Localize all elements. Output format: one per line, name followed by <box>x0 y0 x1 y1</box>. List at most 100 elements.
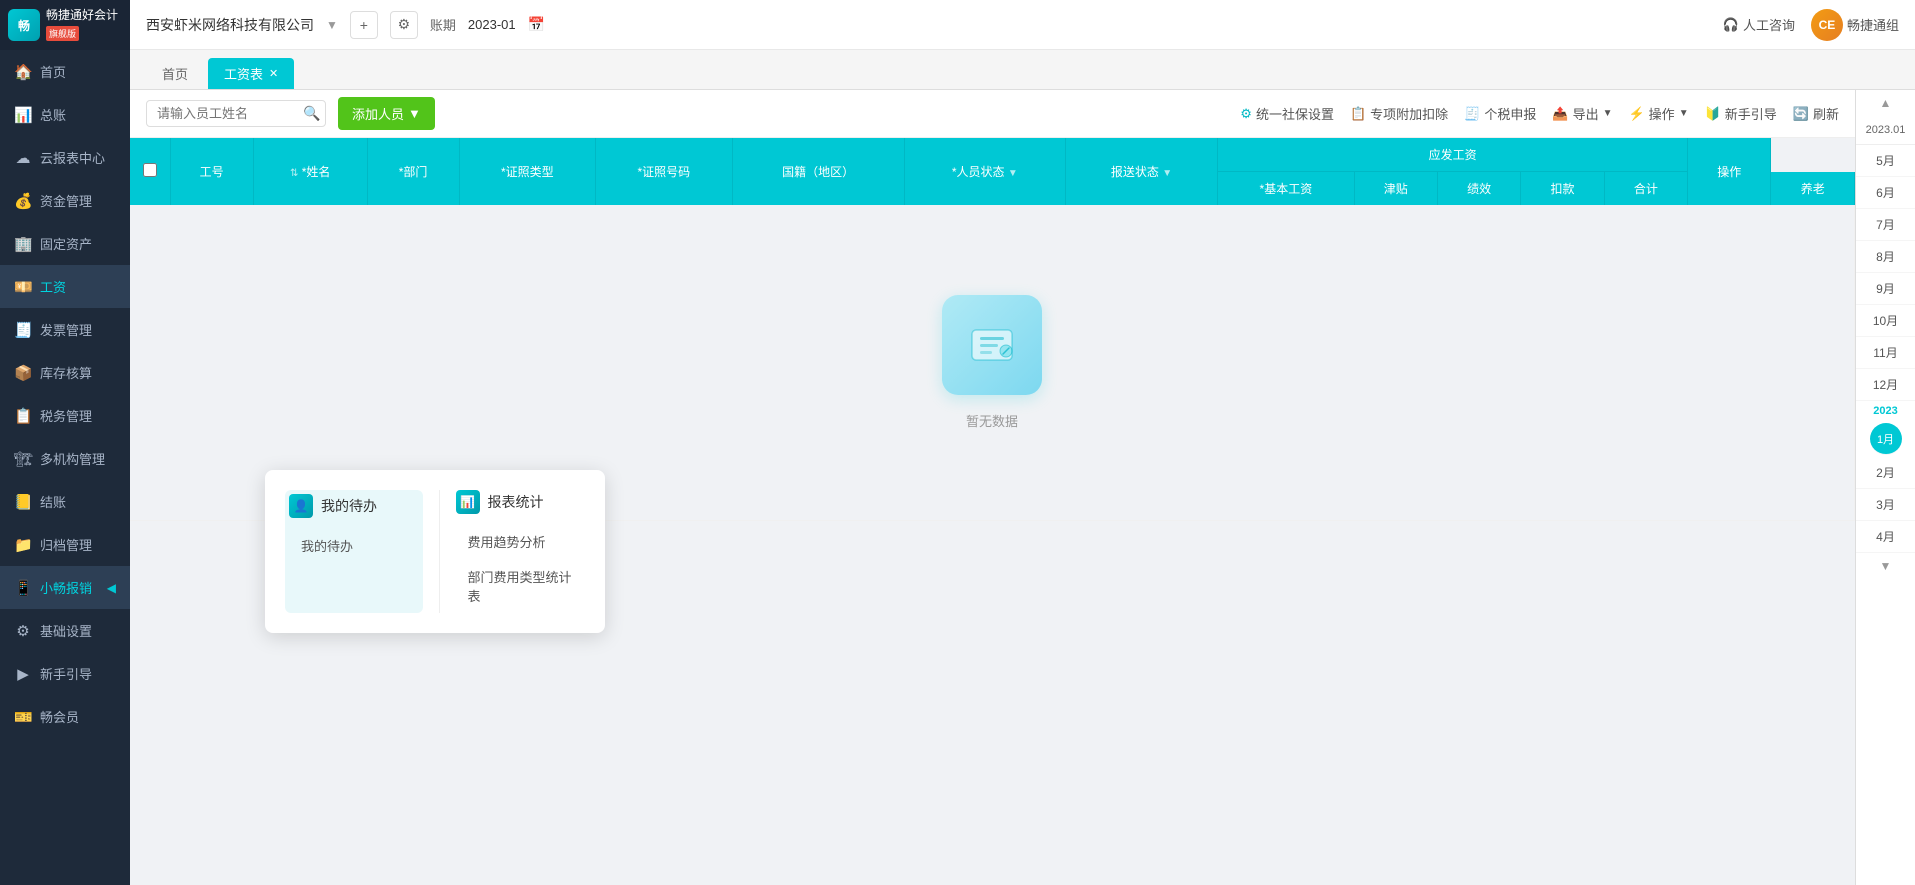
select-all-header[interactable] <box>130 138 170 205</box>
operation-dropdown-icon: ▼ <box>1679 108 1689 119</box>
sidebar-item-invoice[interactable]: 🧾 发票管理 <box>0 308 130 351</box>
popup-item-trend[interactable]: 费用趋势分析 <box>456 524 586 559</box>
company-dropdown-icon[interactable]: ▼ <box>326 18 338 32</box>
export-button[interactable]: 📤 导出 ▼ <box>1552 104 1612 123</box>
operation-button[interactable]: ⚡ 操作 ▼ <box>1628 104 1688 123</box>
popup-report-title: 📊 报表统计 <box>456 490 586 514</box>
search-box[interactable]: 🔍 <box>146 100 326 127</box>
th-status[interactable]: *人员状态 ▼ <box>904 138 1065 205</box>
sidebar-label-closing: 结账 <box>40 492 66 511</box>
guide-label: 新手引导 <box>1725 104 1777 123</box>
cloud-icon: ☁ <box>14 149 32 167</box>
sidebar-item-expense[interactable]: 📱 小畅报销 ◀ <box>0 566 130 609</box>
month-item-1-active[interactable]: 1月 <box>1870 423 1902 455</box>
popup-item-my-todo-label: 我的待办 <box>301 539 353 554</box>
popup-report-icon: 📊 <box>456 490 480 514</box>
sidebar-item-multi-org[interactable]: 🏗 多机构管理 <box>0 437 130 480</box>
sidebar-label-guide: 新手引导 <box>40 664 92 683</box>
tab-home[interactable]: 首页 <box>146 58 204 89</box>
tab-salary[interactable]: 工资表 ✕ <box>208 58 294 89</box>
sidebar-item-salary[interactable]: 💴 工资 <box>0 265 130 308</box>
tax-deduction-button[interactable]: 📋 专项附加扣除 <box>1350 104 1448 123</box>
th-base-salary: *基本工资 <box>1218 172 1354 206</box>
sidebar-item-settings[interactable]: ⚙ 基础设置 <box>0 609 130 652</box>
sidebar-label-archive: 归档管理 <box>40 535 92 554</box>
sidebar-item-ledger[interactable]: 📊 总账 <box>0 93 130 136</box>
support-label: 人工咨询 <box>1743 15 1795 34</box>
app-name: 畅捷通好会计 <box>46 8 118 24</box>
settings-button[interactable]: ⚙ <box>390 11 418 39</box>
month-item-10[interactable]: 10月 <box>1856 305 1915 337</box>
logo-area: 畅 畅捷通好会计 旗舰版 <box>0 0 130 50</box>
popup-todo-label: 我的待办 <box>321 496 377 516</box>
sidebar-item-inventory[interactable]: 📦 库存核算 <box>0 351 130 394</box>
popup-todo-icon: 👤 <box>289 494 313 518</box>
filter-status-icon: ▼ <box>1008 168 1018 179</box>
add-person-button[interactable]: 添加人员 ▼ <box>338 97 435 130</box>
company-name: 西安虾米网络科技有限公司 <box>146 15 314 35</box>
sidebar-item-closing[interactable]: 📒 结账 <box>0 480 130 523</box>
month-item-6[interactable]: 6月 <box>1856 177 1915 209</box>
popup-item-dept-stats[interactable]: 部门费用类型统计表 <box>456 559 586 613</box>
guide-button[interactable]: 🔰 新手引导 <box>1705 104 1777 123</box>
th-report-status[interactable]: 报送状态 ▼ <box>1065 138 1217 205</box>
operation-icon: ⚡ <box>1628 106 1644 122</box>
search-input[interactable] <box>157 106 297 121</box>
support-button[interactable]: 🎧 人工咨询 <box>1723 15 1795 34</box>
month-3-label: 3月 <box>1876 498 1895 512</box>
add-company-button[interactable]: + <box>350 11 378 39</box>
sidebar-item-tax[interactable]: 📋 税务管理 <box>0 394 130 437</box>
month-item-2[interactable]: 2月 <box>1856 457 1915 489</box>
popup-item-my-todo[interactable]: 我的待办 <box>289 528 419 563</box>
sidebar-item-assets[interactable]: 🏢 固定资产 <box>0 222 130 265</box>
sidebar-item-cloud[interactable]: ☁ 云报表中心 <box>0 136 130 179</box>
th-pension: 养老 <box>1771 172 1855 206</box>
select-all-checkbox[interactable] <box>143 163 157 177</box>
month-item-7[interactable]: 7月 <box>1856 209 1915 241</box>
sidebar-label-member: 畅会员 <box>40 707 79 726</box>
month-item-9[interactable]: 9月 <box>1856 273 1915 305</box>
month-1-label: 1月 <box>1877 431 1894 447</box>
expense-icon: 📱 <box>14 579 32 597</box>
sidebar-item-home[interactable]: 🏠 首页 <box>0 50 130 93</box>
month-7-label: 7月 <box>1876 218 1895 232</box>
th-employee-number: 工号 <box>170 138 253 205</box>
sidebar-item-finance[interactable]: 💰 资金管理 <box>0 179 130 222</box>
month-nav-down[interactable]: ▼ <box>1856 553 1915 579</box>
sidebar: 畅 畅捷通好会计 旗舰版 🏠 首页 📊 总账 ☁ 云报表中心 💰 资金管理 🏢 … <box>0 0 130 885</box>
sidebar-item-member[interactable]: 🎫 畅会员 <box>0 695 130 738</box>
month-nav-up[interactable]: ▲ <box>1856 90 1915 116</box>
month-item-4[interactable]: 4月 <box>1856 521 1915 553</box>
month-item-3[interactable]: 3月 <box>1856 489 1915 521</box>
popup-col-report: 📊 报表统计 费用趋势分析 部门费用类型统计表 <box>456 490 586 613</box>
refresh-button[interactable]: 🔄 刷新 <box>1793 104 1839 123</box>
current-year-label: 2023 <box>1856 401 1915 421</box>
filter-report-icon: ▼ <box>1162 168 1172 179</box>
sidebar-item-guide[interactable]: ▶ 新手引导 <box>0 652 130 695</box>
add-person-dropdown-icon: ▼ <box>408 106 421 121</box>
avatar-initials: CE <box>1819 18 1836 32</box>
month-item-11[interactable]: 11月 <box>1856 337 1915 369</box>
salary-icon: 💴 <box>14 278 32 296</box>
export-icon: 📤 <box>1552 106 1568 122</box>
tab-home-label: 首页 <box>162 64 188 83</box>
social-security-button[interactable]: ⚙ 统一社保设置 <box>1240 104 1334 123</box>
user-menu[interactable]: CE 畅捷通组 <box>1811 9 1899 41</box>
month-item-12[interactable]: 12月 <box>1856 369 1915 401</box>
calendar-icon[interactable]: 📅 <box>528 16 545 33</box>
month-item-8[interactable]: 8月 <box>1856 241 1915 273</box>
social-security-icon: ⚙ <box>1240 106 1252 122</box>
topbar: 西安虾米网络科技有限公司 ▼ + ⚙ 账期 2023-01 📅 🎧 人工咨询 C… <box>130 0 1915 50</box>
sidebar-item-archive[interactable]: 📁 归档管理 <box>0 523 130 566</box>
tab-salary-close[interactable]: ✕ <box>269 67 278 80</box>
sidebar-label-ledger: 总账 <box>40 105 66 124</box>
closing-icon: 📒 <box>14 493 32 511</box>
tax-deduction-label: 专项附加扣除 <box>1370 104 1448 123</box>
th-name[interactable]: ⇅ *姓名 <box>253 138 367 205</box>
tax-report-button[interactable]: 🧾 个税申报 <box>1464 104 1536 123</box>
th-performance: 绩效 <box>1437 172 1520 206</box>
tax-deduction-icon: 📋 <box>1350 106 1366 122</box>
month-item-5[interactable]: 5月 <box>1856 145 1915 177</box>
home-icon: 🏠 <box>14 63 32 81</box>
collapse-icon: ◀ <box>107 581 116 595</box>
